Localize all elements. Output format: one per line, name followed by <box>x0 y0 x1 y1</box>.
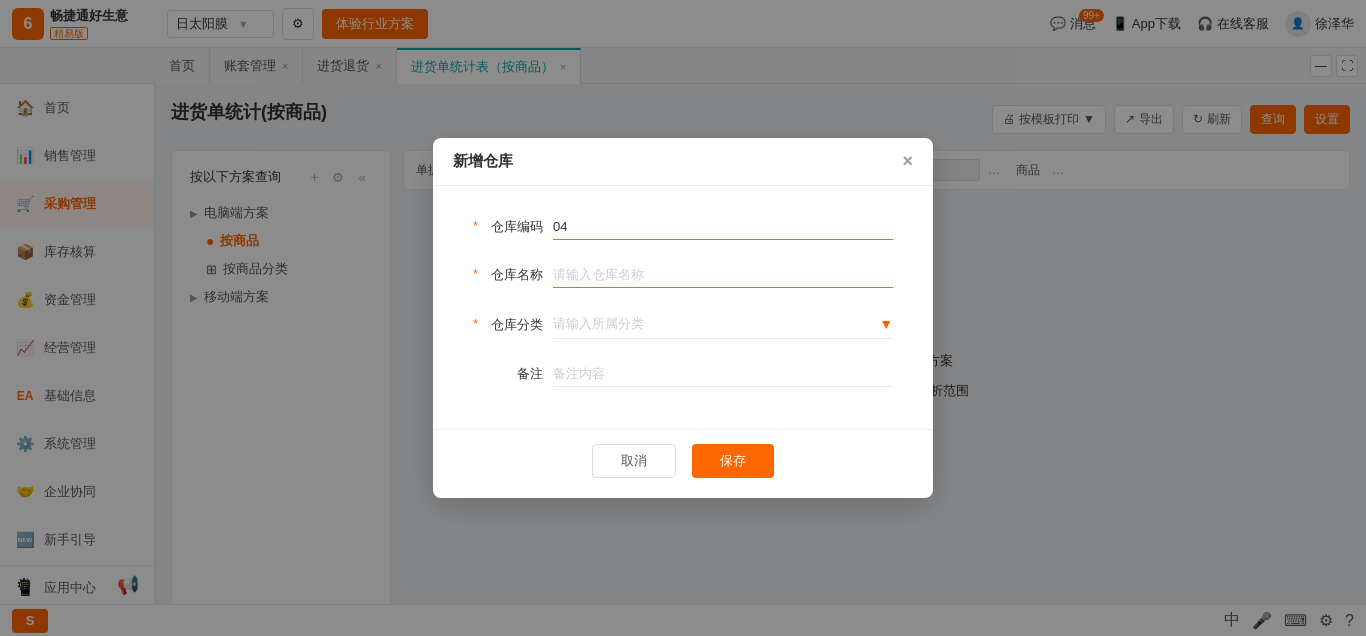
category-label: 仓库分类 <box>473 316 553 334</box>
name-input[interactable] <box>553 262 893 288</box>
modal-header: 新增仓库 × <box>433 138 933 186</box>
form-row-name: 仓库名称 <box>473 262 893 288</box>
modal-title: 新增仓库 <box>453 152 513 171</box>
name-label: 仓库名称 <box>473 266 553 284</box>
category-dropdown-arrow: ▼ <box>879 316 893 332</box>
modal-overlay: 新增仓库 × 仓库编码 仓库名称 仓库分类 请输入所属分类 ▼ <box>0 0 1366 636</box>
note-input[interactable] <box>553 361 893 387</box>
code-input[interactable] <box>553 214 893 240</box>
form-row-code: 仓库编码 <box>473 214 893 240</box>
new-warehouse-modal: 新增仓库 × 仓库编码 仓库名称 仓库分类 请输入所属分类 ▼ <box>433 138 933 498</box>
note-label: 备注 <box>473 365 553 383</box>
form-row-note: 备注 <box>473 361 893 387</box>
code-label: 仓库编码 <box>473 218 553 236</box>
save-button[interactable]: 保存 <box>692 444 774 478</box>
modal-body: 仓库编码 仓库名称 仓库分类 请输入所属分类 ▼ 备注 <box>433 186 933 429</box>
modal-footer: 取消 保存 <box>433 429 933 498</box>
modal-close-button[interactable]: × <box>902 151 913 172</box>
form-row-category: 仓库分类 请输入所属分类 ▼ <box>473 310 893 339</box>
category-placeholder: 请输入所属分类 <box>553 315 879 333</box>
cancel-button[interactable]: 取消 <box>592 444 676 478</box>
category-select[interactable]: 请输入所属分类 ▼ <box>553 310 893 339</box>
